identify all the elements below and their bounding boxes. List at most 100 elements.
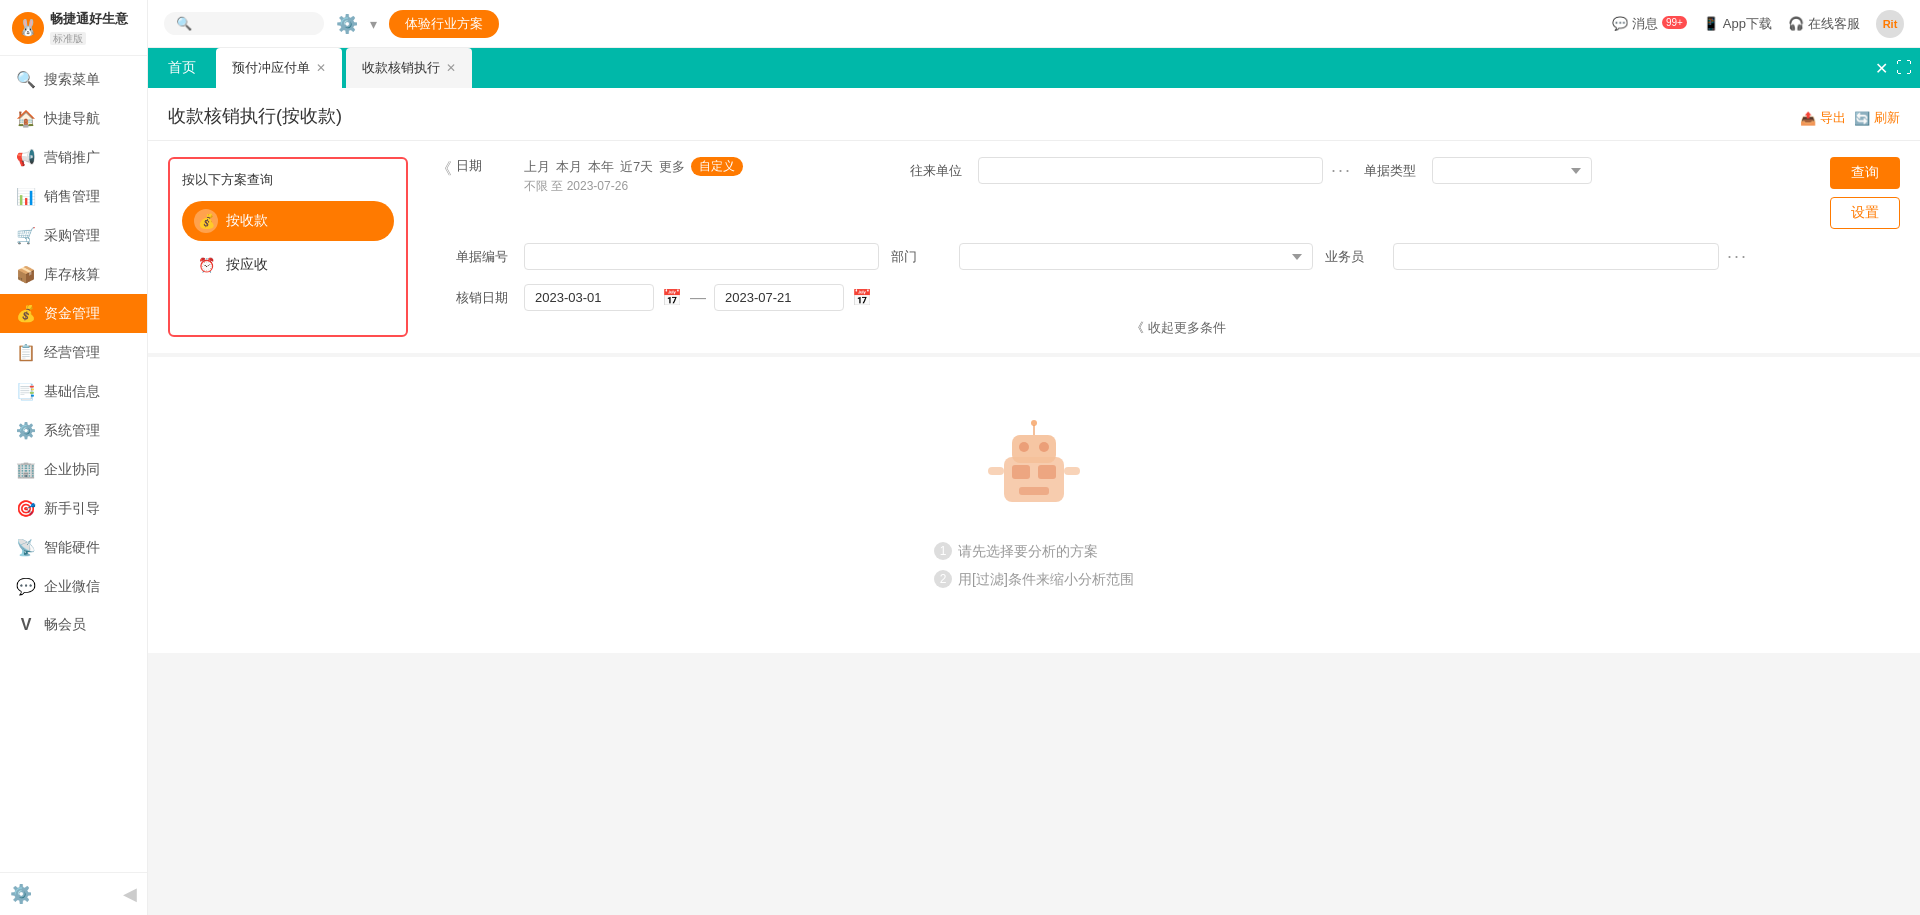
sidebar-item-label-wechat: 企业微信 — [44, 578, 100, 596]
export-btn[interactable]: 📤 导出 — [1800, 109, 1846, 127]
doc-type-select[interactable] — [1432, 157, 1592, 184]
messages-badge: 99+ — [1662, 16, 1687, 29]
sidebar-item-label-basic: 基础信息 — [44, 383, 100, 401]
settings-btn[interactable]: 设置 — [1830, 197, 1900, 229]
svg-rect-10 — [1064, 467, 1080, 475]
sidebar-item-label-guide: 新手引导 — [44, 500, 100, 518]
sidebar-item-label-quick-nav: 快捷导航 — [44, 110, 100, 128]
sidebar-item-enterprise[interactable]: 🏢 企业协同 — [0, 450, 147, 489]
unit-dots[interactable]: ··· — [1331, 160, 1352, 181]
date-shortcut-custom[interactable]: 自定义 — [691, 157, 743, 176]
sidebar-item-wechat[interactable]: 💬 企业微信 — [0, 567, 147, 606]
filter-collapse-arrow[interactable]: 《 — [432, 157, 456, 181]
date-shortcut-more[interactable]: 更多 — [659, 158, 685, 176]
verify-date-end-cal-icon[interactable]: 📅 — [852, 288, 872, 307]
dept-label: 部门 — [891, 248, 951, 266]
date-shortcut-this-year[interactable]: 本年 — [588, 158, 614, 176]
filter-option-receipt[interactable]: 💰 按收款 — [182, 201, 394, 241]
user-avatar[interactable]: Rit — [1876, 10, 1904, 38]
guide-icon: 🎯 — [16, 499, 36, 518]
basic-icon: 📑 — [16, 382, 36, 401]
operation-icon: 📋 — [16, 343, 36, 362]
expand-conditions-btn[interactable]: 《 收起更多条件 — [1131, 319, 1226, 337]
tab-fullscreen-icon[interactable]: ⛶ — [1896, 59, 1912, 77]
staff-dots[interactable]: ··· — [1727, 246, 1748, 267]
date-shortcut-this-month[interactable]: 本月 — [556, 158, 582, 176]
inventory-icon: 📦 — [16, 265, 36, 284]
svg-rect-9 — [988, 467, 1004, 475]
tip-num-1: 1 — [934, 542, 952, 560]
tab-advance-close[interactable]: ✕ — [316, 61, 326, 75]
sidebar-item-search[interactable]: 🔍 搜索菜单 — [0, 60, 147, 99]
logo-badge: 标准版 — [50, 32, 86, 45]
expand-label: 收起更多条件 — [1148, 319, 1226, 337]
verify-date-end-input[interactable] — [714, 284, 844, 311]
unit-label: 往来单位 — [910, 162, 970, 180]
date-dash: — — [690, 289, 706, 307]
receivable-option-icon: ⏰ — [194, 253, 218, 277]
topbar-right: 💬 消息 99+ 📱 App下载 🎧 在线客服 Rit — [1612, 10, 1904, 38]
sidebar-item-label-hardware: 智能硬件 — [44, 539, 100, 557]
settings-footer-icon[interactable]: ⚙️ — [10, 883, 32, 905]
sidebar-item-sales[interactable]: 📊 销售管理 — [0, 177, 147, 216]
app-download-btn[interactable]: 📱 App下载 — [1703, 15, 1772, 33]
message-icon: 💬 — [1612, 16, 1628, 31]
sidebar-item-guide[interactable]: 🎯 新手引导 — [0, 489, 147, 528]
sidebar-item-purchase[interactable]: 🛒 采购管理 — [0, 216, 147, 255]
tab-receive-close[interactable]: ✕ — [446, 61, 456, 75]
filter-form: 日期 上月 本月 本年 近7天 更多 自定义 不限 至 2023-07-26 — [456, 157, 1900, 337]
export-label: 导出 — [1820, 109, 1846, 127]
filter-option-receivable[interactable]: ⏰ 按应收 — [182, 245, 394, 285]
sidebar-item-marketing[interactable]: 📢 营销推广 — [0, 138, 147, 177]
tab-receive[interactable]: 收款核销执行 ✕ — [346, 48, 472, 88]
sidebar-item-quick-nav[interactable]: 🏠 快捷导航 — [0, 99, 147, 138]
empty-tip-2: 2 用[过滤]条件来缩小分析范围 — [934, 565, 1134, 593]
unit-input[interactable] — [978, 157, 1323, 184]
query-btn[interactable]: 查询 — [1830, 157, 1900, 189]
topbar-settings-icon[interactable]: ⚙️ — [336, 13, 358, 35]
doc-no-label: 单据编号 — [456, 248, 516, 266]
date-shortcut-last-month[interactable]: 上月 — [524, 158, 550, 176]
sidebar-item-label-operation: 经营管理 — [44, 344, 100, 362]
topbar-search[interactable]: 🔍 — [164, 12, 324, 35]
sidebar-collapse-btn[interactable]: ◀ — [123, 883, 137, 905]
refresh-btn[interactable]: 🔄 刷新 — [1854, 109, 1900, 127]
date-shortcut-7days[interactable]: 近7天 — [620, 158, 653, 176]
tab-advance[interactable]: 预付冲应付单 ✕ — [216, 48, 342, 88]
sidebar-item-label-inventory: 库存核算 — [44, 266, 100, 284]
empty-tips: 1 请先选择要分析的方案 2 用[过滤]条件来缩小分析范围 — [934, 537, 1134, 593]
messages-btn[interactable]: 💬 消息 99+ — [1612, 15, 1687, 33]
main-area: 🔍 ⚙️ ▾ 体验行业方案 💬 消息 99+ 📱 App下载 🎧 在线客服 Ri… — [148, 0, 1920, 915]
verify-date-start-cal-icon[interactable]: 📅 — [662, 288, 682, 307]
staff-input[interactable] — [1393, 243, 1719, 270]
topbar-dropdown-icon[interactable]: ▾ — [370, 16, 377, 32]
tabbar: 首页 预付冲应付单 ✕ 收款核销执行 ✕ ✕ ⛶ — [148, 48, 1920, 88]
verify-date-start-input[interactable] — [524, 284, 654, 311]
sidebar-item-hardware[interactable]: 📡 智能硬件 — [0, 528, 147, 567]
sidebar-item-basic[interactable]: 📑 基础信息 — [0, 372, 147, 411]
sidebar-item-inventory[interactable]: 📦 库存核算 — [0, 255, 147, 294]
doc-no-input[interactable] — [524, 243, 879, 270]
industry-btn[interactable]: 体验行业方案 — [389, 10, 499, 38]
date-shortcuts: 上月 本月 本年 近7天 更多 自定义 — [524, 157, 743, 176]
svg-rect-3 — [1019, 487, 1049, 495]
tab-close-all-icon[interactable]: ✕ — [1875, 59, 1888, 78]
sidebar-item-vip[interactable]: V 畅会员 — [0, 606, 147, 644]
tab-home[interactable]: 首页 — [152, 48, 212, 88]
page-content: 收款核销执行(按收款) 📤 导出 🔄 刷新 按以下方案查询 — [148, 88, 1920, 915]
doc-type-label: 单据类型 — [1364, 162, 1424, 180]
empty-tip-1: 1 请先选择要分析的方案 — [934, 537, 1134, 565]
sidebar-item-label-enterprise: 企业协同 — [44, 461, 100, 479]
date-label: 日期 — [456, 157, 516, 175]
sidebar-footer: ⚙️ ◀ — [0, 872, 147, 915]
sidebar-item-finance[interactable]: 💰 资金管理 — [0, 294, 147, 333]
search-icon: 🔍 — [16, 70, 36, 89]
receivable-option-label: 按应收 — [226, 256, 268, 274]
date-range-hint: 不限 至 2023-07-26 — [524, 178, 743, 195]
home-icon: 🏠 — [16, 109, 36, 128]
sidebar-item-system[interactable]: ⚙️ 系统管理 — [0, 411, 147, 450]
sidebar-item-operation[interactable]: 📋 经营管理 — [0, 333, 147, 372]
app-label: App下载 — [1723, 15, 1772, 33]
service-btn[interactable]: 🎧 在线客服 — [1788, 15, 1860, 33]
dept-select[interactable] — [959, 243, 1314, 270]
